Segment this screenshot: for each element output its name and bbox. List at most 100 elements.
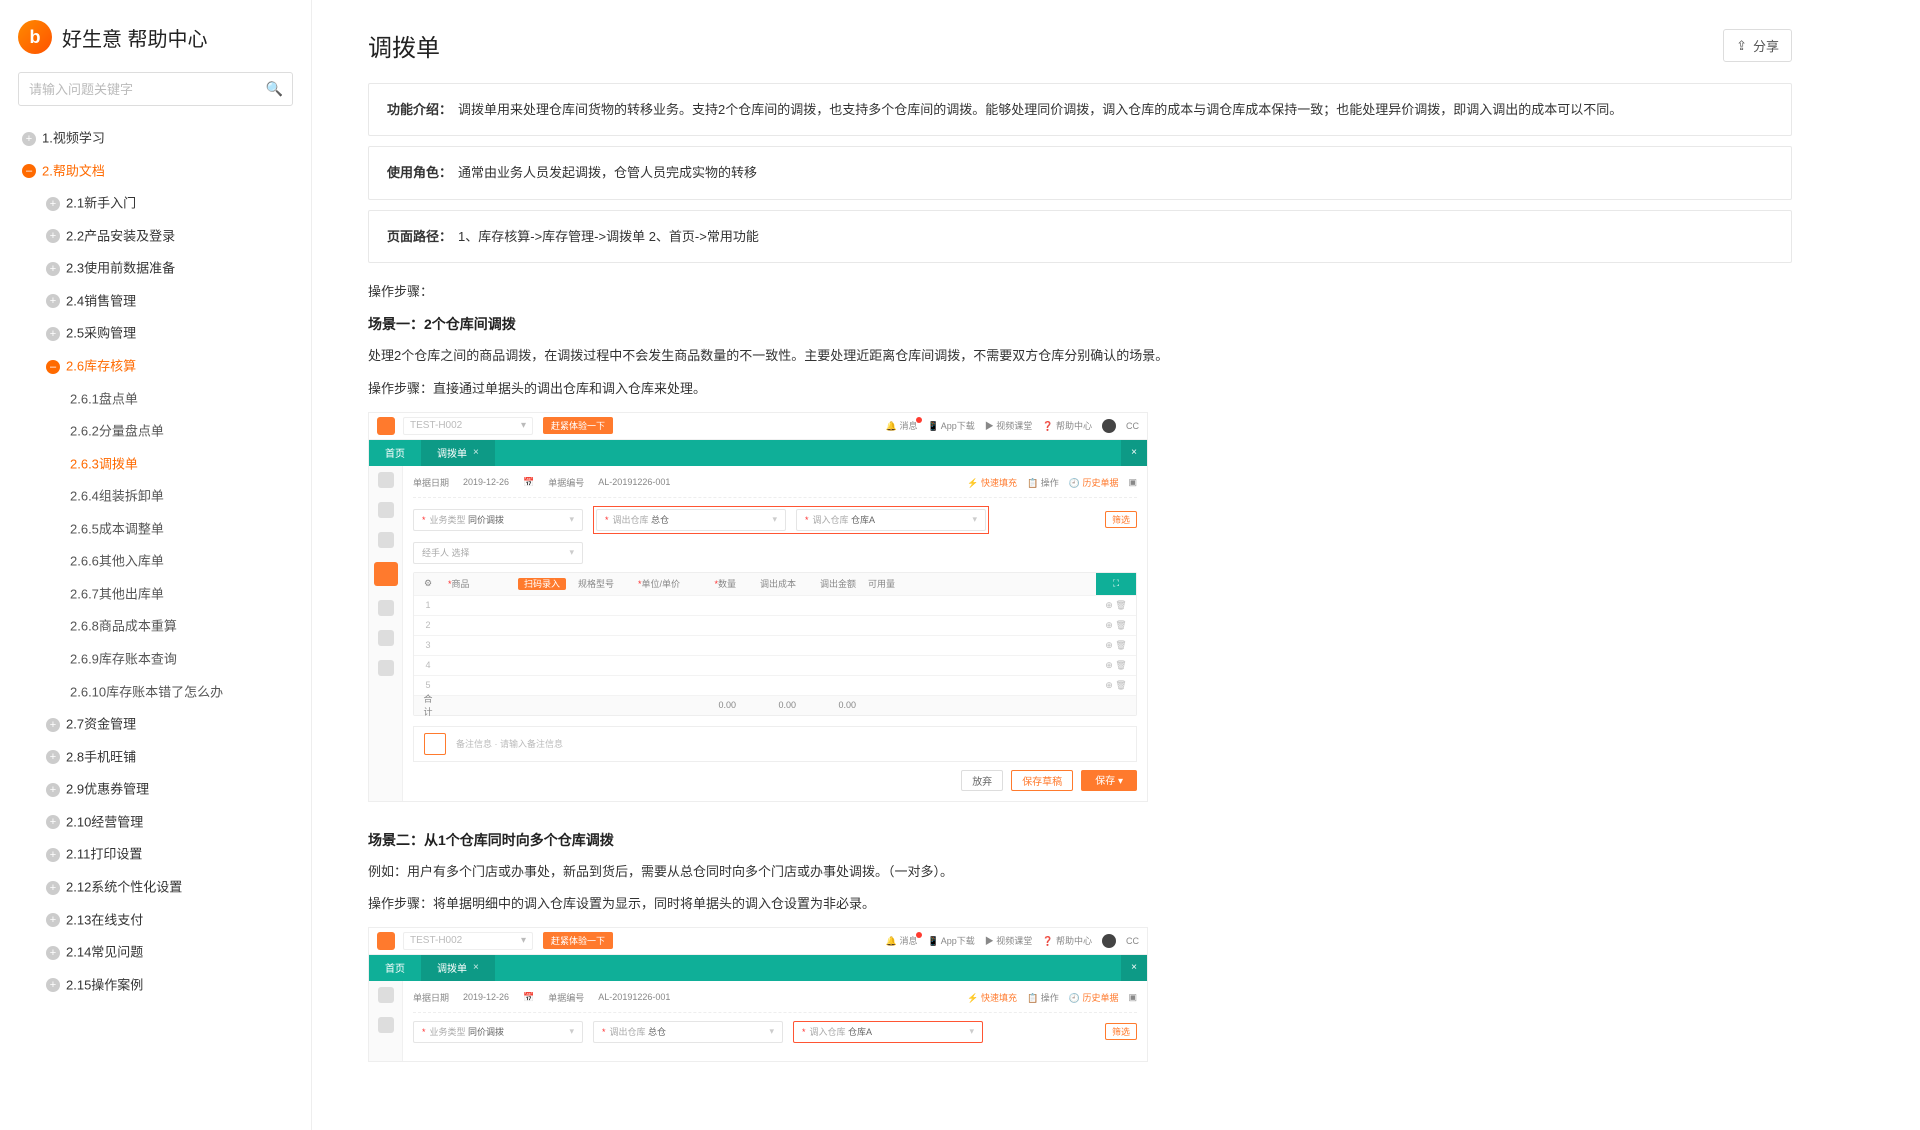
tenant-select[interactable]: TEST-H002▾ — [403, 417, 533, 435]
avatar-icon[interactable] — [1102, 934, 1116, 948]
filter-button[interactable]: 筛选 — [1105, 1023, 1137, 1040]
table-row[interactable]: 5⊕ 🗑 — [414, 675, 1136, 695]
rail-report-icon[interactable] — [378, 630, 394, 646]
rail-doc-icon[interactable] — [378, 1017, 394, 1033]
help-link[interactable]: ❓ 帮助中心 — [1042, 934, 1092, 947]
fastfill-link[interactable]: ⚡ 快速填充 — [967, 476, 1017, 489]
rail-cart-icon[interactable] — [378, 532, 394, 548]
tab-home[interactable]: 首页 — [369, 955, 421, 981]
nav-2-3[interactable]: +2.3使用前数据准备 — [18, 252, 293, 285]
discard-button[interactable]: 放弃 — [961, 770, 1003, 791]
app-download-link[interactable]: 📱 App下载 — [928, 934, 975, 947]
nav-2-15[interactable]: +2.15操作案例 — [18, 969, 293, 1002]
in-warehouse-field[interactable]: *调入仓库 仓库A▾ — [796, 509, 986, 531]
search-input[interactable] — [18, 72, 293, 106]
nav-2-9[interactable]: +2.9优惠券管理 — [18, 773, 293, 806]
nav-2-6-3[interactable]: 2.6.3调拨单 — [18, 448, 293, 481]
avatar-icon[interactable] — [1102, 419, 1116, 433]
rail-stock-icon[interactable] — [374, 562, 398, 586]
experience-button[interactable]: 赶紧体验一下 — [543, 932, 613, 949]
username: CC — [1126, 421, 1139, 431]
tab-home[interactable]: 首页 — [369, 440, 421, 466]
handler-field[interactable]: 经手人 选择▾ — [413, 542, 583, 564]
nav-2-5[interactable]: +2.5采购管理 — [18, 317, 293, 350]
nav-2-6-5[interactable]: 2.6.5成本调整单 — [18, 513, 293, 546]
share-button[interactable]: ⇪分享 — [1723, 29, 1792, 62]
nav-2-11[interactable]: +2.11打印设置 — [18, 838, 293, 871]
op-link[interactable]: 📋 操作 — [1027, 476, 1059, 489]
close-icon[interactable]: × — [473, 447, 479, 458]
biztype-field[interactable]: *业务类型 同价调拨▾ — [413, 509, 583, 531]
rail-doc-icon[interactable] — [378, 502, 394, 518]
save-draft-button[interactable]: 保存草稿 — [1011, 770, 1073, 791]
nav-video-learning[interactable]: +1.视频学习 — [18, 122, 293, 155]
nav-2-2[interactable]: +2.2产品安装及登录 — [18, 220, 293, 253]
video-link[interactable]: ▶ 视频课堂 — [985, 934, 1033, 947]
table-row[interactable]: 3⊕ 🗑 — [414, 635, 1136, 655]
tab-transfer-order[interactable]: 调拨单× — [421, 440, 495, 466]
history-link[interactable]: 🕘 历史单据 — [1069, 476, 1119, 489]
rail-setting-icon[interactable] — [378, 660, 394, 676]
table-row[interactable]: 4⊕ 🗑 — [414, 655, 1136, 675]
table-row[interactable]: 1⊕ 🗑 — [414, 595, 1136, 615]
nav-2-13[interactable]: +2.13在线支付 — [18, 904, 293, 937]
in-warehouse-field[interactable]: *调入仓库 仓库A▾ — [793, 1021, 983, 1043]
search-wrap: 🔍 — [18, 72, 293, 106]
date-value[interactable]: 2019-12-26 — [463, 477, 509, 487]
nav-2-8[interactable]: +2.8手机旺铺 — [18, 741, 293, 774]
username: CC — [1126, 936, 1139, 946]
nav-2-6-9[interactable]: 2.6.9库存账本查询 — [18, 643, 293, 676]
nav-2-1[interactable]: +2.1新手入门 — [18, 187, 293, 220]
nav-2-4[interactable]: +2.4销售管理 — [18, 285, 293, 318]
close-all-tabs[interactable]: × — [1121, 440, 1147, 466]
plus-icon: + — [46, 815, 60, 829]
help-link[interactable]: ❓ 帮助中心 — [1042, 419, 1092, 432]
nav-2-10[interactable]: +2.10经营管理 — [18, 806, 293, 839]
plus-icon: + — [46, 327, 60, 341]
role-box: 使用角色：通常由业务人员发起调拨，仓管人员完成实物的转移 — [368, 146, 1792, 199]
plus-icon: + — [46, 750, 60, 764]
nav-2-6-4[interactable]: 2.6.4组装拆卸单 — [18, 480, 293, 513]
side-rail — [369, 466, 403, 801]
out-warehouse-field[interactable]: *调出仓库 总仓▾ — [593, 1021, 783, 1043]
nav-2-6-1[interactable]: 2.6.1盘点单 — [18, 383, 293, 416]
nav-2-6-6[interactable]: 2.6.6其他入库单 — [18, 545, 293, 578]
table-settings-icon[interactable]: ⛶ — [1096, 573, 1136, 595]
nav-2-6-10[interactable]: 2.6.10库存账本错了怎么办 — [18, 676, 293, 709]
scenario2-desc: 例如：用户有多个门店或办事处，新品到货后，需要从总仓同时向多个门店或办事处调拨。… — [368, 860, 1792, 885]
nav-2-14[interactable]: +2.14常见问题 — [18, 936, 293, 969]
filter-button[interactable]: 筛选 — [1105, 511, 1137, 528]
nav-2-12[interactable]: +2.12系统个性化设置 — [18, 871, 293, 904]
nav-2-7[interactable]: +2.7资金管理 — [18, 708, 293, 741]
plus-icon: + — [46, 197, 60, 211]
close-all-tabs[interactable]: × — [1121, 955, 1147, 981]
page-title: 调拨单 — [368, 28, 440, 63]
scenario1-title: 场景一：2个仓库间调拨 — [368, 314, 1792, 334]
nav-2-6[interactable]: –2.6库存核算 — [18, 350, 293, 383]
nav-2-6-7[interactable]: 2.6.7其他出库单 — [18, 578, 293, 611]
side-rail — [369, 981, 403, 1061]
code-label: 单据编号 — [548, 476, 584, 489]
experience-button[interactable]: 赶紧体验一下 — [543, 417, 613, 434]
chevron-down-icon: ▾ — [521, 420, 526, 431]
rail-home-icon[interactable] — [378, 987, 394, 1003]
remark-box[interactable]: 备注信息 · 请输入备注信息 — [413, 726, 1137, 762]
rail-home-icon[interactable] — [378, 472, 394, 488]
nav-2-6-8[interactable]: 2.6.8商品成本重算 — [18, 610, 293, 643]
plus-icon: + — [46, 718, 60, 732]
message-icon[interactable]: 🔔 消息 — [886, 934, 918, 947]
message-icon[interactable]: 🔔 消息 — [886, 419, 918, 432]
tab-transfer-order[interactable]: 调拨单× — [421, 955, 495, 981]
biztype-field[interactable]: *业务类型 同价调拨▾ — [413, 1021, 583, 1043]
tenant-select[interactable]: TEST-H002▾ — [403, 932, 533, 950]
app-download-link[interactable]: 📱 App下载 — [928, 419, 975, 432]
expand-icon[interactable]: ▣ — [1128, 477, 1137, 488]
nav-help-docs[interactable]: –2.帮助文档 — [18, 155, 293, 188]
search-icon[interactable]: 🔍 — [266, 81, 283, 98]
video-link[interactable]: ▶ 视频课堂 — [985, 419, 1033, 432]
rail-money-icon[interactable] — [378, 600, 394, 616]
nav-2-6-2[interactable]: 2.6.2分量盘点单 — [18, 415, 293, 448]
save-button[interactable]: 保存 ▾ — [1081, 770, 1137, 791]
table-row[interactable]: 2⊕ 🗑 — [414, 615, 1136, 635]
out-warehouse-field[interactable]: *调出仓库 总仓▾ — [596, 509, 786, 531]
